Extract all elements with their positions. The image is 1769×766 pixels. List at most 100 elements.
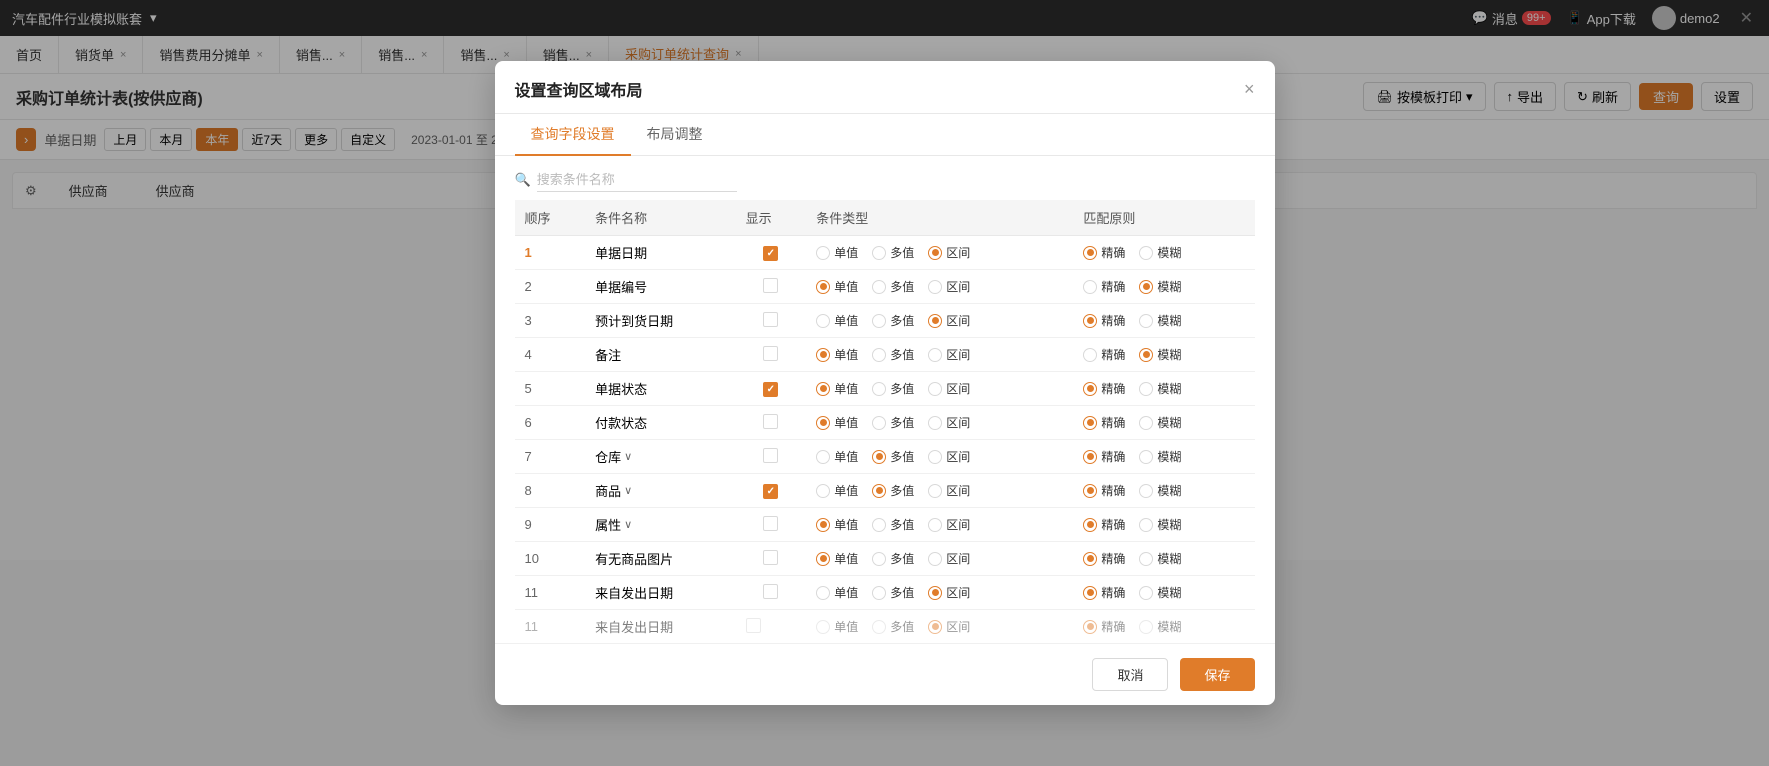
row-name-5: 单据状态 <box>585 372 735 406</box>
radio-type-区间-10[interactable]: 区间 <box>928 550 970 567</box>
checkbox-display-3[interactable] <box>763 312 778 327</box>
radio-type-多值-2[interactable]: 多值 <box>872 278 914 295</box>
checkbox-display-10[interactable] <box>763 550 778 565</box>
row-name-11: 来自发出日期 <box>585 576 735 610</box>
radio-match-精确-4[interactable]: 精确 <box>1083 346 1125 363</box>
radio-match-模糊-11[interactable]: 模糊 <box>1139 584 1181 601</box>
radio-match-精确-5[interactable]: 精确 <box>1083 380 1125 397</box>
radio-type-多值-11[interactable]: 多值 <box>872 584 914 601</box>
checkbox-display-11[interactable] <box>763 584 778 599</box>
radio-type-多值-9[interactable]: 多值 <box>872 516 914 533</box>
radio-match-模糊-7[interactable]: 模糊 <box>1139 448 1181 465</box>
row-display-7[interactable] <box>736 440 807 474</box>
radio-type-多值-8[interactable]: 多值 <box>872 482 914 499</box>
radio-type-区间-2[interactable]: 区间 <box>928 278 970 295</box>
radio-match-精确-2[interactable]: 精确 <box>1083 278 1125 295</box>
radio-type-区间-11[interactable]: 区间 <box>928 584 970 601</box>
radio-type-多值-10[interactable]: 多值 <box>872 550 914 567</box>
radio-match-模糊-9[interactable]: 模糊 <box>1139 516 1181 533</box>
radio-type-单值-6[interactable]: 单值 <box>816 414 858 431</box>
radio-match-精确-6[interactable]: 精确 <box>1083 414 1125 431</box>
row-type-10: 单值多值区间 <box>806 542 1073 576</box>
checkbox-display-5[interactable] <box>763 382 778 397</box>
radio-type-区间-3[interactable]: 区间 <box>928 312 970 329</box>
conditions-table-container: 顺序 条件名称 显示 条件类型 匹配原则 1单据日期单值多值区间精确模糊2单据编… <box>495 200 1275 643</box>
row-display-3[interactable] <box>736 304 807 338</box>
row-match-11: 精确模糊 <box>1073 576 1254 610</box>
row-display-10[interactable] <box>736 542 807 576</box>
radio-type-区间-5[interactable]: 区间 <box>928 380 970 397</box>
radio-type-区间-8[interactable]: 区间 <box>928 482 970 499</box>
row-order-4: 4 <box>515 338 586 372</box>
radio-match-精确-9[interactable]: 精确 <box>1083 516 1125 533</box>
expand-icon-9[interactable]: ∨ <box>624 518 632 531</box>
checkbox-display-9[interactable] <box>763 516 778 531</box>
radio-type-单值-5[interactable]: 单值 <box>816 380 858 397</box>
radio-type-多值-3[interactable]: 多值 <box>872 312 914 329</box>
row-order-8: 8 <box>515 474 586 508</box>
radio-type-区间-4[interactable]: 区间 <box>928 346 970 363</box>
tab-layout-adjust[interactable]: 布局调整 <box>631 114 719 156</box>
col-type: 条件类型 <box>806 200 1073 236</box>
radio-type-单值-4[interactable]: 单值 <box>816 346 858 363</box>
checkbox-display-1[interactable] <box>763 246 778 261</box>
expand-icon-7[interactable]: ∨ <box>624 450 632 463</box>
save-btn[interactable]: 保存 <box>1180 658 1254 691</box>
search-input[interactable] <box>537 168 737 192</box>
radio-match-模糊-2[interactable]: 模糊 <box>1139 278 1181 295</box>
radio-match-模糊-5[interactable]: 模糊 <box>1139 380 1181 397</box>
expand-icon-8[interactable]: ∨ <box>624 484 632 497</box>
radio-type-单值-1[interactable]: 单值 <box>816 244 858 261</box>
row-match-8: 精确模糊 <box>1073 474 1254 508</box>
radio-type-区间-7[interactable]: 区间 <box>928 448 970 465</box>
row-display-6[interactable] <box>736 406 807 440</box>
dialog-close-btn[interactable]: × <box>1244 80 1255 98</box>
row-name-9: 属性 ∨ <box>585 508 735 542</box>
radio-type-多值-4[interactable]: 多值 <box>872 346 914 363</box>
radio-type-单值-2[interactable]: 单值 <box>816 278 858 295</box>
radio-type-多值-1[interactable]: 多值 <box>872 244 914 261</box>
radio-match-精确-7[interactable]: 精确 <box>1083 448 1125 465</box>
radio-type-单值-11[interactable]: 单值 <box>816 584 858 601</box>
radio-match-精确-8[interactable]: 精确 <box>1083 482 1125 499</box>
radio-match-模糊-6[interactable]: 模糊 <box>1139 414 1181 431</box>
radio-type-区间-9[interactable]: 区间 <box>928 516 970 533</box>
row-display-4[interactable] <box>736 338 807 372</box>
checkbox-display-4[interactable] <box>763 346 778 361</box>
radio-type-多值-7[interactable]: 多值 <box>872 448 914 465</box>
row-display-2[interactable] <box>736 270 807 304</box>
radio-match-精确-10[interactable]: 精确 <box>1083 550 1125 567</box>
radio-match-模糊-8[interactable]: 模糊 <box>1139 482 1181 499</box>
checkbox-display-2[interactable] <box>763 278 778 293</box>
row-order-3: 3 <box>515 304 586 338</box>
row-display-11[interactable] <box>736 576 807 610</box>
row-display-5[interactable] <box>736 372 807 406</box>
radio-type-区间-6[interactable]: 区间 <box>928 414 970 431</box>
radio-match-精确-11[interactable]: 精确 <box>1083 584 1125 601</box>
radio-match-模糊-3[interactable]: 模糊 <box>1139 312 1181 329</box>
search-icon: 🔍 <box>515 172 531 188</box>
radio-type-单值-3[interactable]: 单值 <box>816 312 858 329</box>
row-display-9[interactable] <box>736 508 807 542</box>
radio-type-单值-7[interactable]: 单值 <box>816 448 858 465</box>
radio-type-单值-9[interactable]: 单值 <box>816 516 858 533</box>
row-name-2: 单据编号 <box>585 270 735 304</box>
row-display-1[interactable] <box>736 236 807 270</box>
radio-type-区间-1[interactable]: 区间 <box>928 244 970 261</box>
checkbox-display-6[interactable] <box>763 414 778 429</box>
checkbox-display-7[interactable] <box>763 448 778 463</box>
cancel-btn[interactable]: 取消 <box>1092 658 1168 691</box>
radio-type-多值-6[interactable]: 多值 <box>872 414 914 431</box>
radio-match-模糊-4[interactable]: 模糊 <box>1139 346 1181 363</box>
tab-query-fields[interactable]: 查询字段设置 <box>515 114 631 156</box>
radio-match-精确-3[interactable]: 精确 <box>1083 312 1125 329</box>
radio-type-单值-8[interactable]: 单值 <box>816 482 858 499</box>
radio-match-模糊-1[interactable]: 模糊 <box>1139 244 1181 261</box>
radio-match-精确-1[interactable]: 精确 <box>1083 244 1125 261</box>
radio-type-多值-5[interactable]: 多值 <box>872 380 914 397</box>
row-display-8[interactable] <box>736 474 807 508</box>
checkbox-display-8[interactable] <box>763 484 778 499</box>
radio-match-模糊-10[interactable]: 模糊 <box>1139 550 1181 567</box>
row-order-10: 10 <box>515 542 586 576</box>
radio-type-单值-10[interactable]: 单值 <box>816 550 858 567</box>
